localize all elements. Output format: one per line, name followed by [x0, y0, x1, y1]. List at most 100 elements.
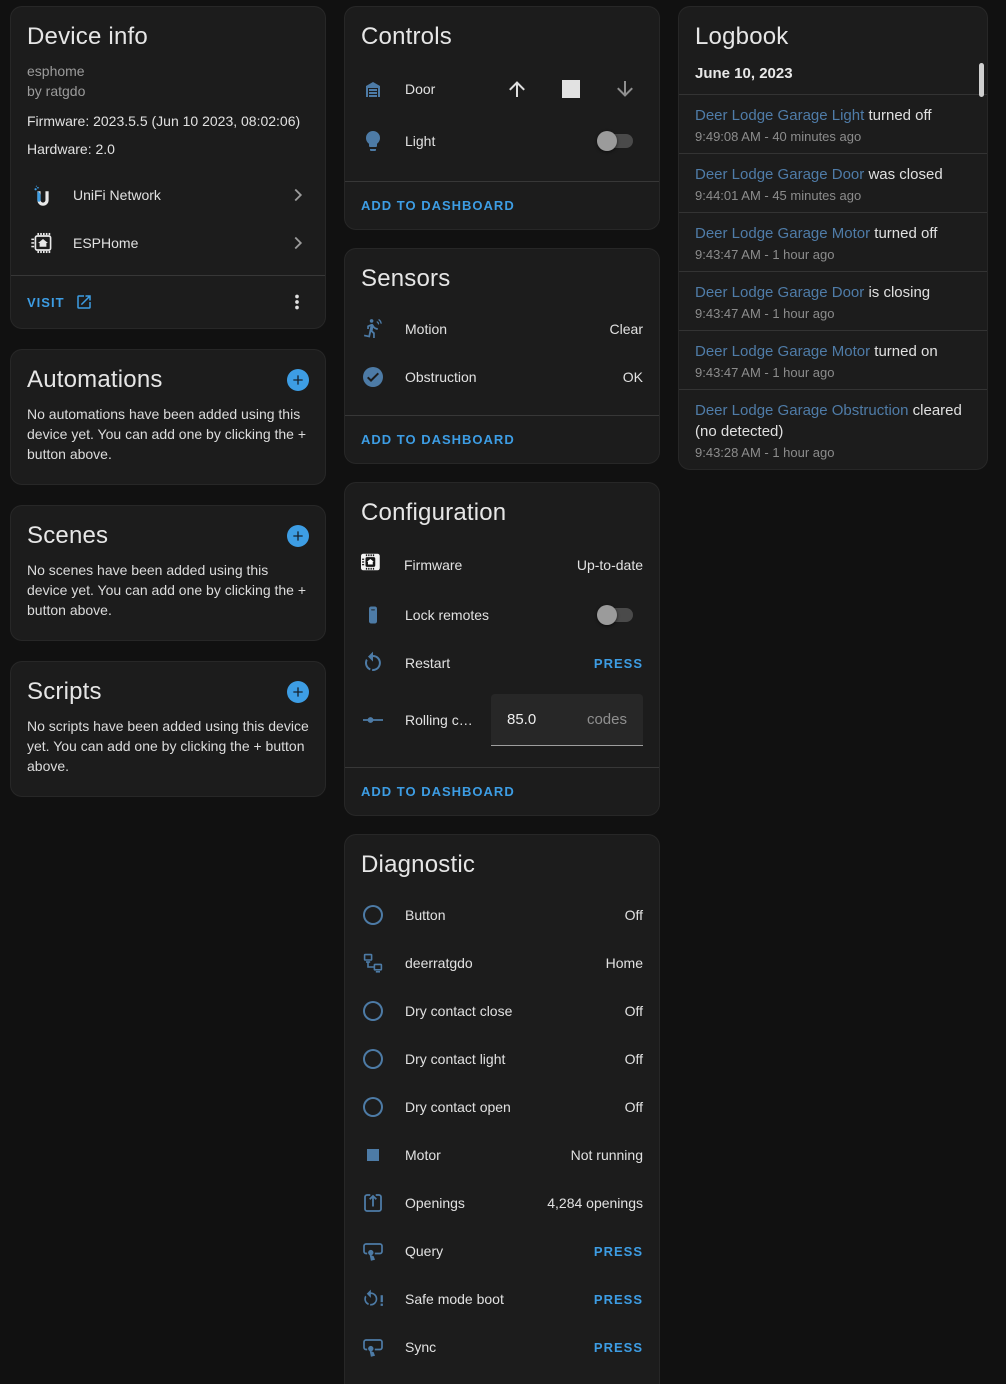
- logbook-action: was closed: [868, 166, 943, 183]
- controls-add-to-dashboard-button[interactable]: ADD TO DASHBOARD: [353, 188, 523, 223]
- configuration-card: Configuration Firmware Up-to-date Lock r…: [344, 482, 660, 816]
- row-label: Query: [405, 1243, 444, 1259]
- row-value: Home: [605, 955, 643, 971]
- rolling-code-unit: codes: [586, 711, 627, 728]
- row-value: Off: [624, 1051, 643, 1067]
- logbook-scrollbar[interactable]: [979, 63, 984, 97]
- stop-icon: [562, 80, 580, 98]
- add-automation-button[interactable]: [287, 369, 309, 391]
- logbook-entry[interactable]: Deer Lodge Garage Door is closing 9:43:4…: [679, 271, 987, 330]
- restart-row: Restart PRESS: [345, 639, 659, 687]
- scripts-empty-text: No scripts have been added using this de…: [27, 718, 309, 774]
- logbook-card: Logbook June 10, 2023 Deer Lodge Garage …: [678, 6, 988, 470]
- gesture-tap-icon: [361, 1335, 385, 1359]
- unifi-network-logo-icon: [27, 179, 59, 211]
- obstruction-row[interactable]: Obstruction OK: [345, 353, 659, 401]
- sync-row: Sync PRESS: [345, 1323, 659, 1371]
- arrow-up-icon: [509, 81, 525, 97]
- firmware-row[interactable]: Firmware Up-to-date: [345, 539, 659, 591]
- query-row: Query PRESS: [345, 1227, 659, 1275]
- logbook-timestamp: 9:49:08 AM - 40 minutes ago: [695, 129, 862, 144]
- device-page: Device info esphome by ratgdo Firmware: …: [0, 0, 1006, 1384]
- obstruction-value: OK: [622, 369, 643, 385]
- garage-door-icon: [361, 77, 385, 101]
- device-firmware-line: Firmware: 2023.5.5 (Jun 10 2023, 08:02:0…: [27, 113, 301, 129]
- automations-title: Automations: [27, 366, 163, 393]
- deerratgdo-row[interactable]: deerratgdo Home: [345, 939, 659, 987]
- automations-card: Automations No automations have been add…: [10, 349, 326, 485]
- integration-list: UniFi Network ESPHome: [11, 171, 325, 267]
- light-toggle[interactable]: [597, 131, 633, 151]
- logbook-entry[interactable]: Deer Lodge Garage Door was closed 9:44:0…: [679, 153, 987, 212]
- logbook-timestamp: 9:43:47 AM - 1 hour ago: [695, 306, 835, 321]
- motor-row[interactable]: Motor Not running: [345, 1131, 659, 1179]
- logbook-entry[interactable]: Deer Lodge Garage Light turned off 9:49:…: [679, 94, 987, 153]
- sync-press-button[interactable]: PRESS: [594, 1340, 643, 1355]
- dots-vertical-icon: [295, 294, 299, 310]
- logbook-entry[interactable]: Deer Lodge Garage Obstruction cleared (n…: [679, 389, 987, 469]
- restart-label: Restart: [405, 655, 451, 671]
- rolling-code-input[interactable]: 85.0 codes: [491, 694, 643, 746]
- motion-row[interactable]: Motion Clear: [345, 305, 659, 353]
- door-stop-button[interactable]: [559, 77, 583, 101]
- sensors-card: Sensors Motion Clear Obstruction OK ADD …: [344, 248, 660, 464]
- integration-row-esphome[interactable]: ESPHome: [11, 219, 325, 267]
- obstruction-label: Obstruction: [405, 369, 477, 385]
- circle-outline-icon: [361, 999, 385, 1023]
- logbook-date-header: June 10, 2023: [695, 65, 793, 82]
- restart-alert-icon: [361, 1287, 385, 1311]
- door-row: Door: [345, 63, 659, 115]
- lock-remotes-label: Lock remotes: [405, 607, 490, 623]
- configuration-add-to-dashboard-button[interactable]: ADD TO DASHBOARD: [353, 774, 523, 809]
- logbook-entity-link[interactable]: Deer Lodge Garage Motor: [695, 343, 870, 360]
- light-label: Light: [405, 133, 436, 149]
- logbook-entity-link[interactable]: Deer Lodge Garage Light: [695, 107, 864, 124]
- configuration-title: Configuration: [361, 499, 507, 526]
- openings-row[interactable]: Openings 4,284 openings: [345, 1179, 659, 1227]
- lock-remotes-row: Lock remotes: [345, 591, 659, 639]
- add-scene-button[interactable]: [287, 525, 309, 547]
- door-open-button[interactable]: [505, 77, 529, 101]
- row-value: Not running: [570, 1147, 643, 1163]
- logbook-action: is closing: [868, 284, 931, 301]
- door-close-button[interactable]: [613, 77, 637, 101]
- logbook-action: turned off: [868, 107, 932, 124]
- row-label: Sync: [405, 1339, 437, 1355]
- row-label: Safe mode boot: [405, 1291, 504, 1307]
- dry-contact-open-row[interactable]: Dry contact open Off: [345, 1083, 659, 1131]
- integration-label: UniFi Network: [73, 187, 161, 203]
- integration-label: ESPHome: [73, 235, 139, 251]
- row-value: Off: [624, 1099, 643, 1115]
- logbook-entry[interactable]: Deer Lodge Garage Motor turned on 9:43:4…: [679, 330, 987, 389]
- rolling-code-row: Rolling co… 85.0 codes: [345, 687, 659, 753]
- plus-icon: [293, 531, 303, 541]
- logbook-entity-link[interactable]: Deer Lodge Garage Door: [695, 166, 864, 183]
- arrow-down-icon: [617, 81, 633, 97]
- sensors-add-to-dashboard-button[interactable]: ADD TO DASHBOARD: [353, 422, 523, 457]
- visit-button[interactable]: VISIT: [19, 283, 101, 321]
- query-press-button[interactable]: PRESS: [594, 1244, 643, 1259]
- logbook-entity-link[interactable]: Deer Lodge Garage Door: [695, 284, 864, 301]
- dry-contact-light-row[interactable]: Dry contact light Off: [345, 1035, 659, 1083]
- circle-outline-icon: [361, 1095, 385, 1119]
- rolling-code-label: Rolling co…: [405, 712, 479, 728]
- logbook-entity-link[interactable]: Deer Lodge Garage Obstruction: [695, 402, 908, 419]
- device-name: esphome: [27, 63, 85, 79]
- safe-mode-boot-press-button[interactable]: PRESS: [594, 1292, 643, 1307]
- device-by: by ratgdo: [27, 83, 86, 99]
- logbook-entry[interactable]: Deer Lodge Garage Motor turned off 9:43:…: [679, 212, 987, 271]
- dry-contact-close-row[interactable]: Dry contact close Off: [345, 987, 659, 1035]
- lock-remotes-toggle[interactable]: [597, 605, 633, 625]
- logbook-entity-link[interactable]: Deer Lodge Garage Motor: [695, 225, 870, 242]
- more-options-button[interactable]: [277, 282, 317, 322]
- door-label: Door: [405, 81, 436, 97]
- restart-press-button[interactable]: PRESS: [594, 656, 643, 671]
- sensors-title: Sensors: [361, 265, 451, 292]
- button-row[interactable]: Button Off: [345, 891, 659, 939]
- circle-outline-icon: [361, 1047, 385, 1071]
- scripts-title: Scripts: [27, 678, 102, 705]
- integration-row-unifi[interactable]: UniFi Network: [11, 171, 325, 219]
- esphome-logo-icon: [358, 550, 390, 580]
- add-script-button[interactable]: [287, 681, 309, 703]
- light-row: Light: [345, 115, 659, 167]
